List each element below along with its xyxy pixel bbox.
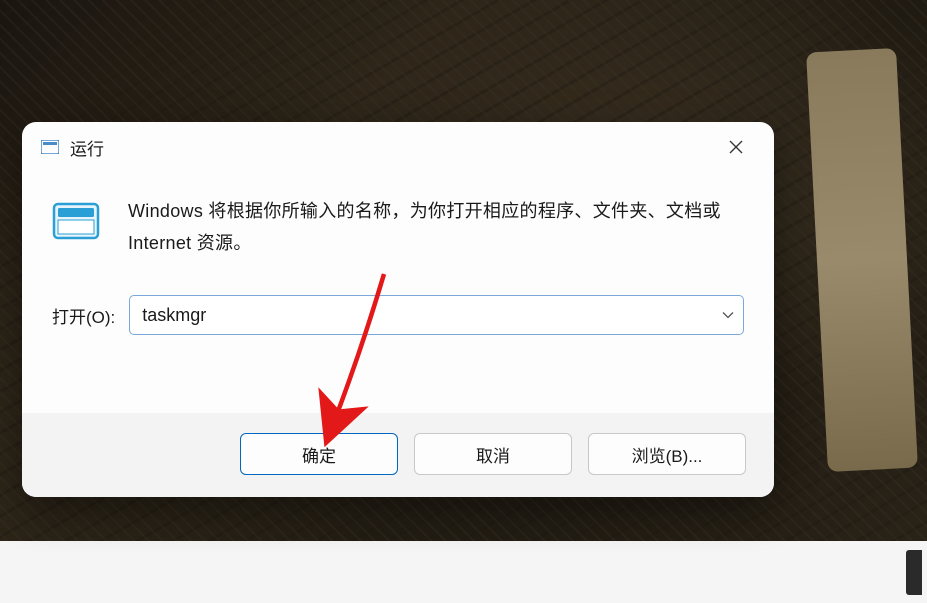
input-row: 打开(O):	[52, 295, 744, 335]
run-large-icon	[52, 200, 100, 242]
taskbar[interactable]	[0, 541, 927, 603]
open-input[interactable]	[129, 295, 744, 335]
taskbar-edge-item[interactable]	[906, 550, 922, 595]
titlebar-left: 运行	[40, 135, 104, 160]
info-row: Windows 将根据你所输入的名称，为你打开相应的程序、文件夹、文档或 Int…	[52, 196, 744, 259]
cancel-button[interactable]: 取消	[414, 433, 572, 475]
close-icon	[729, 140, 743, 154]
run-dialog: 运行 Windows 将根据你所输入的名称，为你打开相应的程序、文件夹、文档或 …	[22, 122, 774, 497]
open-label: 打开(O):	[52, 303, 115, 328]
browse-button[interactable]: 浏览(B)...	[588, 433, 746, 475]
titlebar: 运行	[22, 122, 774, 168]
ok-button[interactable]: 确定	[240, 433, 398, 475]
run-title-icon	[40, 139, 60, 155]
description-text: Windows 将根据你所输入的名称，为你打开相应的程序、文件夹、文档或 Int…	[128, 196, 744, 259]
dialog-footer: 确定 取消 浏览(B)...	[22, 413, 774, 497]
combo-wrapper	[129, 295, 744, 335]
dialog-title: 运行	[70, 135, 104, 160]
close-button[interactable]	[716, 131, 756, 163]
dialog-body: Windows 将根据你所输入的名称，为你打开相应的程序、文件夹、文档或 Int…	[22, 168, 774, 373]
